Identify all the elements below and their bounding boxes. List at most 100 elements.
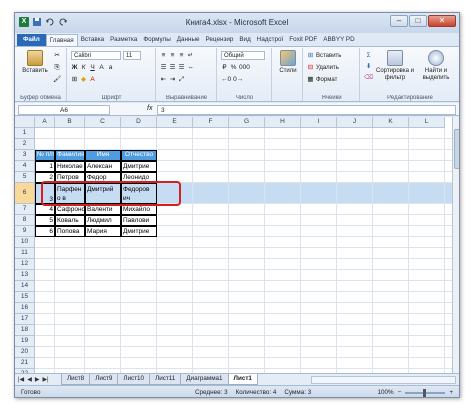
row-header-18[interactable]: 18 — [15, 325, 35, 336]
sheet-tab[interactable]: Лист9 — [89, 374, 119, 385]
number-format-combo[interactable]: Общий — [221, 51, 265, 60]
table-header-cell[interactable]: № п/п — [35, 150, 55, 161]
row-header-7[interactable]: 7 — [15, 204, 35, 215]
align-middle-icon[interactable]: ≡ — [169, 52, 176, 60]
prev-sheet-icon[interactable]: ◀ — [27, 376, 32, 383]
sheet-tab[interactable]: Лист8 — [61, 374, 91, 385]
formula-input[interactable]: 3 — [157, 105, 456, 115]
column-header-J[interactable]: J — [337, 117, 373, 128]
clear-icon[interactable]: ⌫ — [364, 74, 373, 82]
tab-formulas[interactable]: Формулы — [140, 34, 173, 46]
align-right-icon[interactable]: ☰ — [178, 64, 185, 72]
row-header-14[interactable]: 14 — [15, 281, 35, 292]
bold-icon[interactable]: Ж — [71, 64, 78, 72]
column-header-F[interactable]: F — [193, 117, 229, 128]
column-header-B[interactable]: B — [55, 117, 85, 128]
column-header-K[interactable]: K — [373, 117, 409, 128]
increase-indent-icon[interactable]: ⇥ — [169, 76, 176, 84]
table-cell[interactable]: Павлови — [121, 215, 157, 226]
sheet-tab[interactable]: Диаграмма1 — [180, 374, 229, 385]
row-header-13[interactable]: 13 — [15, 270, 35, 281]
font-color-icon[interactable]: A — [89, 76, 96, 84]
fx-icon[interactable]: fx — [147, 105, 152, 112]
insert-cells-button[interactable]: ⊞ Вставить — [307, 52, 342, 60]
first-sheet-icon[interactable]: |◀ — [18, 376, 24, 383]
fill-icon[interactable]: ⬇ — [365, 63, 372, 71]
row-header-16[interactable]: 16 — [15, 303, 35, 314]
row-header-21[interactable]: 21 — [15, 358, 35, 369]
row-header-6[interactable]: 6 — [15, 183, 35, 204]
font-size-combo[interactable]: 11 — [123, 51, 141, 60]
table-cell[interactable]: Людмил — [85, 215, 121, 226]
row-header-1[interactable]: 1 — [15, 128, 35, 139]
name-box[interactable]: A6 — [18, 105, 110, 115]
align-bottom-icon[interactable]: ≡ — [178, 52, 185, 60]
table-header-cell[interactable]: Имя — [85, 150, 121, 161]
underline-icon[interactable]: Ч — [89, 64, 96, 72]
table-cell[interactable]: 6 — [35, 226, 55, 237]
tab-home[interactable]: Главная — [45, 34, 78, 46]
sheet-tab-active[interactable]: Лист1 — [227, 374, 258, 385]
tab-abbyy-pdf[interactable]: ABBYY PD — [320, 34, 357, 46]
column-header-A[interactable]: A — [35, 117, 55, 128]
find-select-button[interactable]: Найти и выделить — [417, 50, 455, 82]
align-left-icon[interactable]: ☰ — [160, 64, 167, 72]
column-header-G[interactable]: G — [229, 117, 265, 128]
maximize-button[interactable]: □ — [409, 15, 427, 27]
fill-color-icon[interactable]: ◆ — [80, 76, 87, 84]
increase-decimal-icon[interactable]: ←0 — [221, 76, 231, 84]
tab-page-layout[interactable]: Разметка — [107, 34, 140, 46]
font-name-combo[interactable]: Calibri — [71, 51, 121, 60]
paste-button[interactable]: Вставить — [21, 50, 49, 74]
tab-data[interactable]: Данные — [174, 34, 203, 46]
column-header-I[interactable]: I — [301, 117, 337, 128]
align-top-icon[interactable]: ≡ — [160, 52, 167, 60]
align-center-icon[interactable]: ☰ — [169, 64, 176, 72]
sheet-tab[interactable]: Лист11 — [149, 374, 182, 385]
row-header-11[interactable]: 11 — [15, 248, 35, 259]
column-header-D[interactable]: D — [121, 117, 157, 128]
table-header-cell[interactable]: Фамилия — [55, 150, 85, 161]
select-all-corner[interactable] — [15, 117, 35, 128]
next-sheet-icon[interactable]: ▶ — [35, 376, 40, 383]
zoom-level[interactable]: 100% — [378, 389, 394, 396]
last-sheet-icon[interactable]: ▶| — [42, 376, 48, 383]
format-cells-button[interactable]: ▦ Формат — [307, 76, 337, 84]
italic-icon[interactable]: К — [80, 64, 87, 72]
row-header-19[interactable]: 19 — [15, 336, 35, 347]
table-cell[interactable]: Мария — [85, 226, 121, 237]
vertical-scrollbar[interactable] — [452, 117, 459, 373]
table-cell[interactable]: Дмитрие — [121, 161, 157, 172]
vertical-scroll-thumb[interactable] — [454, 129, 459, 169]
row-header-8[interactable]: 8 — [15, 215, 35, 226]
styles-button[interactable]: Стили — [276, 50, 300, 74]
table-cell[interactable]: Коваль — [55, 215, 85, 226]
tab-addins[interactable]: Надстрої — [254, 34, 287, 46]
spreadsheet-grid[interactable]: A B C D E F G H I J K L 1 2 3 4 5 6 7 8 9 10 11 12 13 14 15 16 17 18 1… — [15, 117, 452, 373]
column-header-C[interactable]: C — [85, 117, 121, 128]
column-header-L[interactable]: L — [409, 117, 445, 128]
column-header-H[interactable]: H — [265, 117, 301, 128]
table-cell[interactable]: Николае — [55, 161, 85, 172]
row-header-10[interactable]: 10 — [15, 237, 35, 248]
close-button[interactable]: ✕ — [428, 15, 456, 27]
format-painter-icon[interactable]: 🖌 — [53, 76, 61, 84]
horizontal-scrollbar[interactable] — [311, 376, 456, 384]
tab-insert[interactable]: Вставка — [78, 34, 107, 46]
table-cell[interactable]: Дмитрие — [121, 226, 157, 237]
delete-cells-button[interactable]: ⊟ Удалить — [307, 64, 339, 72]
row-header-17[interactable]: 17 — [15, 314, 35, 325]
row-header-5[interactable]: 5 — [15, 172, 35, 183]
font-shrink-icon[interactable]: a — [107, 64, 114, 72]
decrease-decimal-icon[interactable]: 0→ — [233, 76, 243, 84]
row-header-2[interactable]: 2 — [15, 139, 35, 150]
wrap-text-icon[interactable]: ↵ — [187, 52, 194, 60]
merge-icon[interactable]: ⇔ — [187, 64, 194, 72]
table-cell[interactable]: Попова — [55, 226, 85, 237]
comma-style-icon[interactable]: 000 — [239, 64, 250, 72]
row-header-20[interactable]: 20 — [15, 347, 35, 358]
percent-icon[interactable]: % — [230, 64, 237, 72]
table-cell[interactable]: 1 — [35, 161, 55, 172]
column-header-E[interactable]: E — [157, 117, 193, 128]
currency-icon[interactable]: ₽ — [221, 64, 228, 72]
